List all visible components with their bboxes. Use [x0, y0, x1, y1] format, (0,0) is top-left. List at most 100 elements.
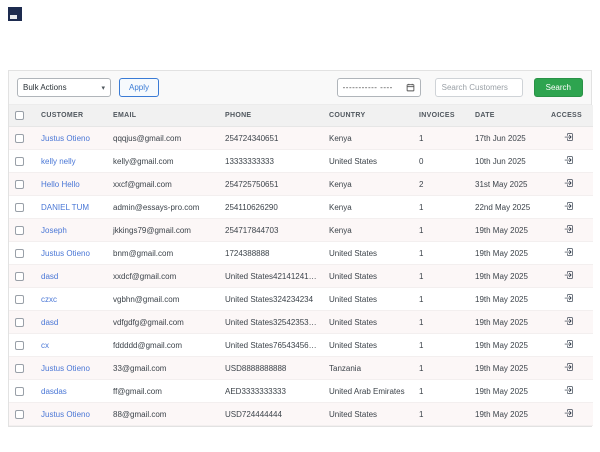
invoices-cell: 1 — [413, 242, 469, 265]
country-cell: United States — [323, 311, 413, 334]
row-checkbox[interactable] — [15, 295, 24, 304]
login-as-customer-icon[interactable] — [564, 224, 574, 234]
invoices-cell: 1 — [413, 196, 469, 219]
login-as-customer-icon[interactable] — [564, 316, 574, 326]
phone-cell: United States4214124124 — [219, 265, 323, 288]
row-checkbox[interactable] — [15, 387, 24, 396]
row-checkbox[interactable] — [15, 249, 24, 258]
customer-link[interactable]: kelly nelly — [41, 157, 76, 166]
phone-cell: USD724444444 — [219, 403, 323, 426]
customer-link[interactable]: cx — [41, 341, 49, 350]
email-cell: 33@gmail.com — [107, 357, 219, 380]
email-cell: bnm@gmail.com — [107, 242, 219, 265]
row-checkbox[interactable] — [15, 180, 24, 189]
toolbar-right-group: ----------- ---- Search — [337, 78, 583, 97]
apply-button[interactable]: Apply — [119, 78, 159, 97]
email-cell: 88@gmail.com — [107, 403, 219, 426]
customer-link[interactable]: dasd — [41, 272, 58, 281]
customer-link[interactable]: Justus Otieno — [41, 249, 90, 258]
invoices-cell: 1 — [413, 380, 469, 403]
invoices-cell: 1 — [413, 127, 469, 150]
bulk-actions-label: Bulk Actions — [23, 83, 67, 92]
customer-link[interactable]: Justus Otieno — [41, 364, 90, 373]
header-invoices: INVOICES — [413, 105, 469, 127]
table-row: dasd vdfgdfg@gmail.com United States3254… — [9, 311, 593, 334]
login-as-customer-icon[interactable] — [564, 339, 574, 349]
table-row: Hello Hello xxcf@gmail.com 254725750651 … — [9, 173, 593, 196]
search-button[interactable]: Search — [534, 78, 583, 97]
login-as-customer-icon[interactable] — [564, 155, 574, 165]
country-cell: United States — [323, 288, 413, 311]
country-cell: United States — [323, 334, 413, 357]
row-checkbox[interactable] — [15, 272, 24, 281]
row-checkbox[interactable] — [15, 226, 24, 235]
login-as-customer-icon[interactable] — [564, 408, 574, 418]
customers-panel: Bulk Actions ▾ Apply ----------- ---- Se… — [8, 70, 592, 427]
customer-link[interactable]: dasd — [41, 318, 58, 327]
invoices-cell: 1 — [413, 357, 469, 380]
invoices-cell: 1 — [413, 265, 469, 288]
date-filter-input[interactable]: ----------- ---- — [337, 78, 421, 97]
row-checkbox[interactable] — [15, 203, 24, 212]
email-cell: ff@gmail.com — [107, 380, 219, 403]
table-row: DANIEL TUM admin@essays-pro.com 25411062… — [9, 196, 593, 219]
login-as-customer-icon[interactable] — [564, 178, 574, 188]
customer-link[interactable]: DANIEL TUM — [41, 203, 89, 212]
row-checkbox[interactable] — [15, 157, 24, 166]
row-checkbox[interactable] — [15, 410, 24, 419]
login-as-customer-icon[interactable] — [564, 362, 574, 372]
header-phone: PHONE — [219, 105, 323, 127]
date-cell: 19th May 2025 — [469, 265, 545, 288]
customer-link[interactable]: Justus Otieno — [41, 410, 90, 419]
customer-link[interactable]: Joseph — [41, 226, 67, 235]
customer-link[interactable]: Hello Hello — [41, 180, 80, 189]
invoices-cell: 0 — [413, 150, 469, 173]
country-cell: Kenya — [323, 127, 413, 150]
search-input[interactable] — [435, 78, 523, 97]
chevron-down-icon: ▾ — [101, 84, 105, 92]
table-header-row: CUSTOMER EMAIL PHONE COUNTRY INVOICES DA… — [9, 105, 593, 127]
row-checkbox[interactable] — [15, 134, 24, 143]
email-cell: kelly@gmail.com — [107, 150, 219, 173]
invoices-cell: 1 — [413, 219, 469, 242]
row-checkbox[interactable] — [15, 341, 24, 350]
date-cell: 22nd May 2025 — [469, 196, 545, 219]
phone-cell: 1724388888 — [219, 242, 323, 265]
login-as-customer-icon[interactable] — [564, 247, 574, 257]
phone-cell: 254724340651 — [219, 127, 323, 150]
row-checkbox[interactable] — [15, 318, 24, 327]
header-customer: CUSTOMER — [35, 105, 107, 127]
login-as-customer-icon[interactable] — [564, 293, 574, 303]
invoices-cell: 2 — [413, 173, 469, 196]
date-cell: 19th May 2025 — [469, 219, 545, 242]
date-cell: 19th May 2025 — [469, 403, 545, 426]
date-cell: 19th May 2025 — [469, 380, 545, 403]
login-as-customer-icon[interactable] — [564, 270, 574, 280]
row-checkbox[interactable] — [15, 364, 24, 373]
date-cell: 19th May 2025 — [469, 242, 545, 265]
customer-link[interactable]: Justus Otieno — [41, 134, 90, 143]
login-as-customer-icon[interactable] — [564, 132, 574, 142]
email-cell: admin@essays-pro.com — [107, 196, 219, 219]
date-cell: 19th May 2025 — [469, 334, 545, 357]
login-as-customer-icon[interactable] — [564, 201, 574, 211]
invoices-cell: 1 — [413, 334, 469, 357]
date-cell: 31st May 2025 — [469, 173, 545, 196]
customer-link[interactable]: dasdas — [41, 387, 67, 396]
select-all-checkbox[interactable] — [15, 111, 24, 120]
login-as-customer-icon[interactable] — [564, 385, 574, 395]
phone-cell: 254717844703 — [219, 219, 323, 242]
country-cell: Kenya — [323, 196, 413, 219]
email-cell: jkkings79@gmail.com — [107, 219, 219, 242]
invoices-cell: 1 — [413, 288, 469, 311]
header-access: ACCESS — [545, 105, 593, 127]
invoices-cell: 1 — [413, 311, 469, 334]
table-row: Justus Otieno qqqjus@gmail.com 254724340… — [9, 127, 593, 150]
table-toolbar: Bulk Actions ▾ Apply ----------- ---- Se… — [9, 71, 591, 105]
bulk-actions-select[interactable]: Bulk Actions ▾ — [17, 78, 111, 97]
customers-table: CUSTOMER EMAIL PHONE COUNTRY INVOICES DA… — [9, 105, 593, 426]
table-row: dasdas ff@gmail.com AED3333333333 United… — [9, 380, 593, 403]
customer-link[interactable]: czxc — [41, 295, 57, 304]
country-cell: United States — [323, 403, 413, 426]
date-filter-value: ----------- ---- — [343, 83, 393, 92]
